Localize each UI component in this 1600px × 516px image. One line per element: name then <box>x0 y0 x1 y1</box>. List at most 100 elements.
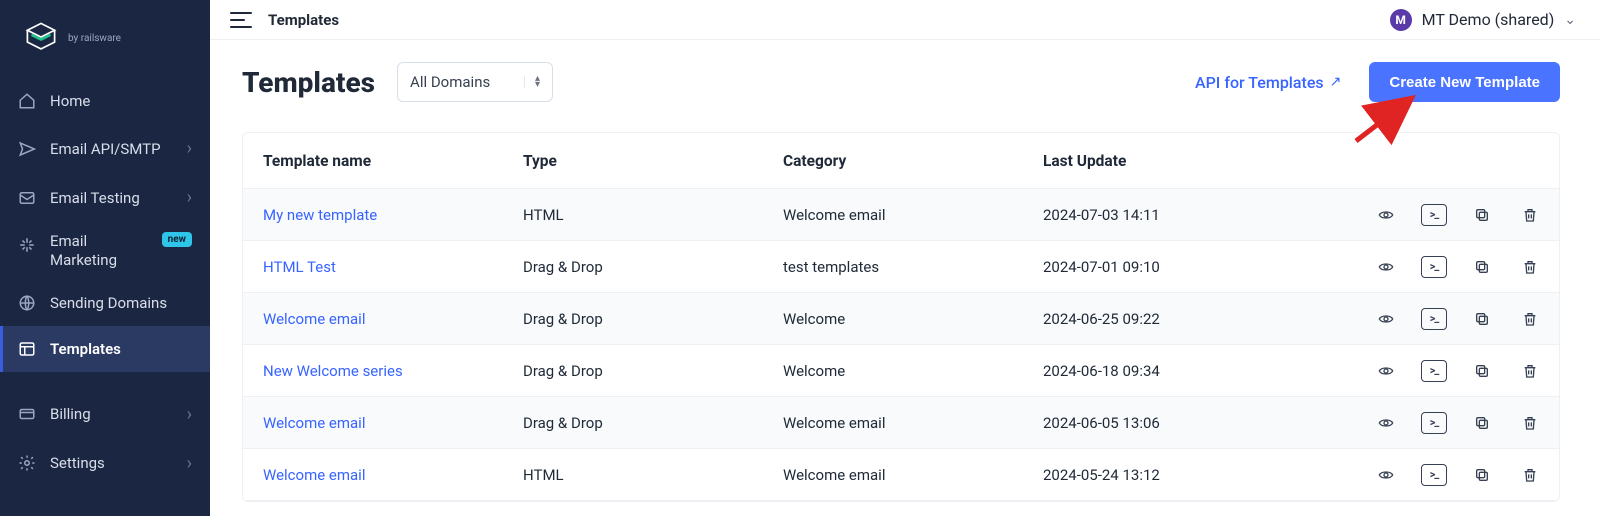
sidebar-item-email-api[interactable]: Email API/SMTP › <box>0 124 210 173</box>
template-name-link[interactable]: New Welcome series <box>263 362 523 380</box>
code-button[interactable]: >_ <box>1421 464 1447 486</box>
preview-button[interactable] <box>1373 464 1399 486</box>
domain-select[interactable]: All Domains ▴▾ <box>397 62 553 102</box>
breadcrumb: Templates <box>268 11 339 29</box>
sidebar-item-home[interactable]: Home <box>0 78 210 124</box>
template-updated: 2024-07-01 09:10 <box>1043 258 1373 276</box>
delete-button[interactable] <box>1517 412 1543 434</box>
chevron-right-icon: › <box>187 187 192 208</box>
external-link-icon: ↗ <box>1330 74 1342 90</box>
sidebar-item-billing[interactable]: Billing › <box>0 390 210 439</box>
home-icon <box>18 92 36 110</box>
template-category: test templates <box>783 258 1043 276</box>
template-name-link[interactable]: My new template <box>263 206 523 224</box>
topbar: Templates M MT Demo (shared) ⌄ <box>210 0 1600 40</box>
sidebar-item-templates[interactable]: Templates <box>0 326 210 372</box>
template-type: Drag & Drop <box>523 362 783 380</box>
gear-icon <box>18 454 36 472</box>
delete-button[interactable] <box>1517 204 1543 226</box>
table-header: Template name Type Category Last Update <box>243 133 1559 189</box>
template-type: HTML <box>523 466 783 484</box>
template-name-link[interactable]: Welcome email <box>263 310 523 328</box>
api-for-templates-link[interactable]: API for Templates ↗ <box>1195 73 1341 92</box>
create-template-button[interactable]: Create New Template <box>1369 62 1560 102</box>
template-name-link[interactable]: Welcome email <box>263 414 523 432</box>
sidebar-item-email-marketing[interactable]: Email Marketing new <box>0 222 210 280</box>
template-type: Drag & Drop <box>523 310 783 328</box>
delete-button[interactable] <box>1517 464 1543 486</box>
account-menu[interactable]: M MT Demo (shared) ⌄ <box>1390 9 1576 31</box>
code-button[interactable]: >_ <box>1421 204 1447 226</box>
sidebar-item-sending-domains[interactable]: Sending Domains <box>0 280 210 326</box>
code-button[interactable]: >_ <box>1421 412 1447 434</box>
globe-icon <box>18 294 36 312</box>
template-updated: 2024-06-05 13:06 <box>1043 414 1373 432</box>
delete-button[interactable] <box>1517 308 1543 330</box>
duplicate-button[interactable] <box>1469 464 1495 486</box>
duplicate-button[interactable] <box>1469 256 1495 278</box>
delete-button[interactable] <box>1517 360 1543 382</box>
select-caret-icon: ▴▾ <box>524 76 540 88</box>
template-category: Welcome <box>783 310 1043 328</box>
duplicate-button[interactable] <box>1469 308 1495 330</box>
col-header-category: Category <box>783 152 1043 170</box>
code-button[interactable]: >_ <box>1421 256 1447 278</box>
mailtrap-logo-icon <box>24 20 58 54</box>
code-button[interactable]: >_ <box>1421 360 1447 382</box>
template-type: Drag & Drop <box>523 414 783 432</box>
sidebar-item-settings[interactable]: Settings › <box>0 439 210 488</box>
duplicate-button[interactable] <box>1469 412 1495 434</box>
sidebar-item-email-testing[interactable]: Email Testing › <box>0 173 210 222</box>
table-row: Welcome email Drag & Drop Welcome email … <box>243 397 1559 449</box>
sidebar: mailtrap by railsware Home Email API/SMT… <box>0 0 210 516</box>
table-row: Welcome email HTML Welcome email 2024-05… <box>243 449 1559 501</box>
chevron-right-icon: › <box>187 404 192 425</box>
card-icon <box>18 405 36 423</box>
preview-button[interactable] <box>1373 412 1399 434</box>
template-type: Drag & Drop <box>523 258 783 276</box>
row-actions: >_ <box>1373 412 1543 434</box>
avatar: M <box>1390 9 1412 31</box>
duplicate-button[interactable] <box>1469 204 1495 226</box>
sidebar-item-label: Sending Domains <box>50 294 167 312</box>
preview-button[interactable] <box>1373 256 1399 278</box>
templates-icon <box>18 340 36 358</box>
chevron-down-icon: ⌄ <box>1564 12 1576 28</box>
template-category: Welcome email <box>783 206 1043 224</box>
template-category: Welcome email <box>783 466 1043 484</box>
code-button[interactable]: >_ <box>1421 308 1447 330</box>
sidebar-item-label: Settings <box>50 454 105 472</box>
sidebar-item-label: Marketing <box>50 251 117 270</box>
template-name-link[interactable]: HTML Test <box>263 258 523 276</box>
duplicate-button[interactable] <box>1469 360 1495 382</box>
sidebar-item-label: Home <box>50 92 90 110</box>
account-label: MT Demo (shared) <box>1422 10 1555 29</box>
col-header-updated: Last Update <box>1043 152 1373 170</box>
templates-table: Template name Type Category Last Update … <box>242 132 1560 502</box>
row-actions: >_ <box>1373 360 1543 382</box>
preview-button[interactable] <box>1373 360 1399 382</box>
row-actions: >_ <box>1373 204 1543 226</box>
preview-button[interactable] <box>1373 204 1399 226</box>
domain-select-value: All Domains <box>410 73 490 91</box>
sidebar-item-label: Email <box>50 232 117 251</box>
api-link-label: API for Templates <box>1195 73 1324 92</box>
table-row: HTML Test Drag & Drop test templates 202… <box>243 241 1559 293</box>
row-actions: >_ <box>1373 256 1543 278</box>
sidebar-item-label: Templates <box>50 340 121 358</box>
table-row: Welcome email Drag & Drop Welcome 2024-0… <box>243 293 1559 345</box>
template-category: Welcome <box>783 362 1043 380</box>
chevron-right-icon: › <box>187 138 192 159</box>
template-updated: 2024-06-25 09:22 <box>1043 310 1373 328</box>
sidebar-item-label: Billing <box>50 405 91 423</box>
table-row: My new template HTML Welcome email 2024-… <box>243 189 1559 241</box>
brand-byline: by railsware <box>68 34 121 44</box>
template-name-link[interactable]: Welcome email <box>263 466 523 484</box>
preview-button[interactable] <box>1373 308 1399 330</box>
template-category: Welcome email <box>783 414 1043 432</box>
template-updated: 2024-05-24 13:12 <box>1043 466 1373 484</box>
delete-button[interactable] <box>1517 256 1543 278</box>
menu-toggle-button[interactable] <box>230 12 252 28</box>
chevron-right-icon: › <box>187 453 192 474</box>
brand-logo[interactable]: mailtrap by railsware <box>0 12 210 72</box>
